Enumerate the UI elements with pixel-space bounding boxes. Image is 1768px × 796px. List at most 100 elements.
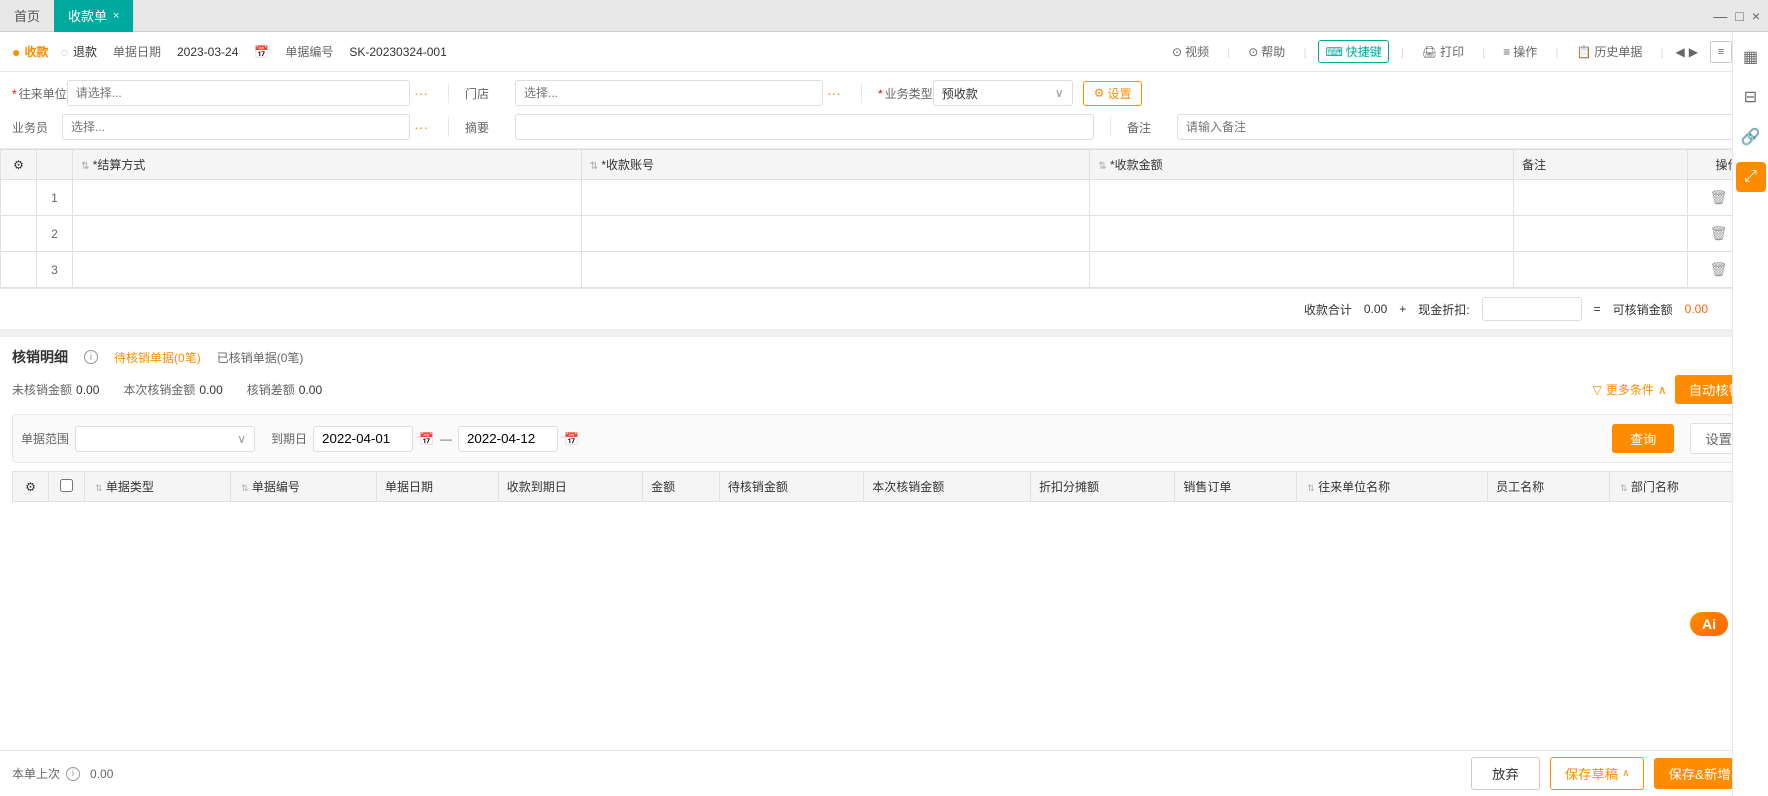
range-filter: 单据范围 ∨ — [21, 426, 255, 452]
operate-btn[interactable]: ≡ 操作 — [1497, 41, 1543, 62]
right-panel-attach-icon[interactable]: 🔗 — [1736, 122, 1766, 152]
row-amount-2[interactable] — [1090, 216, 1514, 252]
bt-gear-icon[interactable]: ⚙ — [25, 480, 36, 494]
counterpart-input[interactable] — [67, 80, 410, 106]
nav-next-btn[interactable]: ▶ — [1689, 45, 1698, 59]
salesperson-more-btn[interactable]: ··· — [410, 119, 432, 135]
chevron-down-icon: ∨ — [1055, 86, 1064, 100]
bt-checkbox-header[interactable] — [49, 472, 85, 502]
query-btn[interactable]: 查询 — [1612, 424, 1675, 453]
settings-btn[interactable]: ⚙ 设置 — [1083, 81, 1143, 106]
footer-info-icon[interactable]: i — [66, 767, 80, 781]
stats-row: 未核销金额 0.00 本次核销金额 0.00 核销差额 0.00 ▽ 更多条件 … — [12, 375, 1756, 404]
current-stat: 本次核销金额 0.00 — [123, 381, 222, 398]
filter-icon: ▽ — [1593, 383, 1602, 397]
shortcut-btn[interactable]: ⌨ 快捷键 — [1318, 40, 1388, 63]
form-row-1: 往来单位 ··· 门店 ··· 业务类型 预收款 ∨ ⚙ — [12, 80, 1756, 106]
ai-badge[interactable]: Ai — [1690, 612, 1728, 636]
receipt-radio[interactable]: ● 收款 — [12, 43, 48, 60]
date-to-input[interactable] — [458, 426, 558, 452]
summary-field: 摘要 — [465, 114, 1094, 140]
date-from-input[interactable] — [313, 426, 413, 452]
plus-sign: + — [1399, 302, 1406, 316]
calendar-icon[interactable]: 📅 — [254, 45, 269, 59]
bottom-table-section: ⚙ ⇅ 单据类型 ⇅ 单据编号 — [12, 471, 1756, 740]
bottom-table-container[interactable]: ⚙ ⇅ 单据类型 ⇅ 单据编号 — [12, 471, 1756, 740]
number-value: SK-20230324-001 — [349, 45, 446, 59]
video-btn[interactable]: ⊙ 视频 — [1166, 41, 1215, 62]
tab-bar: 首页 收款单 × — □ × — [0, 0, 1768, 32]
nav-prev-btn[interactable]: ◀ — [1676, 45, 1685, 59]
row-amount-3[interactable] — [1090, 252, 1514, 288]
row-method-3[interactable] — [73, 252, 582, 288]
verified-tab[interactable]: 已核销单据(0笔) — [217, 349, 304, 366]
row-remark-1[interactable] — [1514, 180, 1688, 216]
gear-icon[interactable]: ⚙ — [13, 158, 24, 172]
restore-btn[interactable]: □ — [1735, 8, 1743, 24]
bt-settings-header[interactable]: ⚙ — [13, 472, 49, 502]
discount-input[interactable] — [1482, 297, 1582, 321]
row-amount-1[interactable] — [1090, 180, 1514, 216]
pending-tab[interactable]: 待核销单据(0笔) — [114, 349, 201, 366]
delete-row-1-btn[interactable]: 🗑 — [1710, 189, 1728, 206]
help-btn[interactable]: ⊙ 帮助 — [1242, 41, 1291, 62]
calendar-to-icon[interactable]: 📅 — [564, 432, 579, 446]
tab-receipt[interactable]: 收款单 × — [54, 0, 133, 32]
operate-icon: ≡ — [1503, 45, 1510, 59]
row-method-2[interactable] — [73, 216, 582, 252]
save-draft-btn[interactable]: 保存草稿 ∧ — [1550, 757, 1645, 790]
diff-stat: 核销差额 0.00 — [247, 381, 322, 398]
col-num-header — [37, 150, 73, 180]
row-remark-2[interactable] — [1514, 216, 1688, 252]
store-label: 门店 — [465, 85, 515, 102]
bt-type-header[interactable]: ⇅ 单据类型 — [85, 472, 231, 502]
tab-home[interactable]: 首页 — [0, 0, 54, 32]
select-all-checkbox[interactable] — [60, 479, 73, 492]
video-icon: ⊙ — [1172, 45, 1182, 59]
right-panel-table-icon[interactable]: ▦ — [1736, 42, 1766, 72]
row-account-1[interactable] — [581, 180, 1090, 216]
row-account-2[interactable] — [581, 216, 1090, 252]
salesperson-input[interactable] — [62, 114, 410, 140]
business-type-select[interactable]: 预收款 ∨ — [933, 80, 1073, 106]
store-more-btn[interactable]: ··· — [823, 85, 845, 101]
bt-number-header[interactable]: ⇅ 单据编号 — [230, 472, 376, 502]
due-date-label: 到期日 — [271, 430, 307, 447]
close-btn[interactable]: × — [1752, 8, 1760, 24]
filter-row: 单据范围 ∨ 到期日 📅 — 📅 查询 设置 — [12, 414, 1756, 463]
col-settings-header[interactable]: ⚙ — [1, 150, 37, 180]
store-input[interactable] — [515, 80, 823, 106]
delete-row-3-btn[interactable]: 🗑 — [1710, 261, 1728, 278]
window-controls: — □ × — [1713, 8, 1768, 24]
tab-receipt-close[interactable]: × — [113, 10, 119, 22]
calendar-from-icon[interactable]: 📅 — [419, 432, 434, 446]
col-account-header[interactable]: ⇅ *收款账号 — [581, 150, 1090, 180]
row-method-1[interactable] — [73, 180, 582, 216]
counterpart-more-btn[interactable]: ··· — [410, 85, 432, 101]
delete-row-2-btn[interactable]: 🗑 — [1710, 225, 1728, 242]
main-table-container: ⚙ ⇅ *结算方式 ⇅ *收款账号 ⇅ *收款金额 — [0, 149, 1768, 288]
range-select[interactable]: ∨ — [75, 426, 255, 452]
more-conditions-btn[interactable]: ▽ 更多条件 ∧ — [1593, 381, 1667, 398]
right-panel-expand-icon[interactable]: ⤢ — [1736, 162, 1766, 192]
print-btn[interactable]: 🖨 打印 — [1416, 41, 1470, 62]
history-btn[interactable]: 📋 历史单据 — [1570, 41, 1648, 62]
view-list-btn[interactable]: ≡ — [1710, 41, 1732, 63]
history-icon: 📋 — [1576, 45, 1591, 59]
row-account-3[interactable] — [581, 252, 1090, 288]
bt-discount-header: 折扣分摊额 — [1031, 472, 1175, 502]
range-label: 单据范围 — [21, 430, 69, 447]
remark-input[interactable] — [1177, 114, 1756, 140]
right-panel-print-icon[interactable]: ⊟ — [1736, 82, 1766, 112]
summary-input[interactable] — [515, 114, 1094, 140]
verifiable-label: 可核销金额 — [1613, 301, 1673, 318]
discard-btn[interactable]: 放弃 — [1471, 757, 1540, 790]
col-amount-header[interactable]: ⇅ *收款金额 — [1090, 150, 1514, 180]
bt-counterpart-header[interactable]: ⇅ 往来单位名称 — [1297, 472, 1488, 502]
verification-info-icon[interactable]: i — [84, 350, 98, 364]
verification-title: 核销明细 — [12, 347, 68, 367]
col-method-header[interactable]: ⇅ *结算方式 — [73, 150, 582, 180]
minimize-btn[interactable]: — — [1713, 8, 1727, 24]
refund-radio[interactable]: ○ 退款 — [60, 43, 96, 60]
row-remark-3[interactable] — [1514, 252, 1688, 288]
